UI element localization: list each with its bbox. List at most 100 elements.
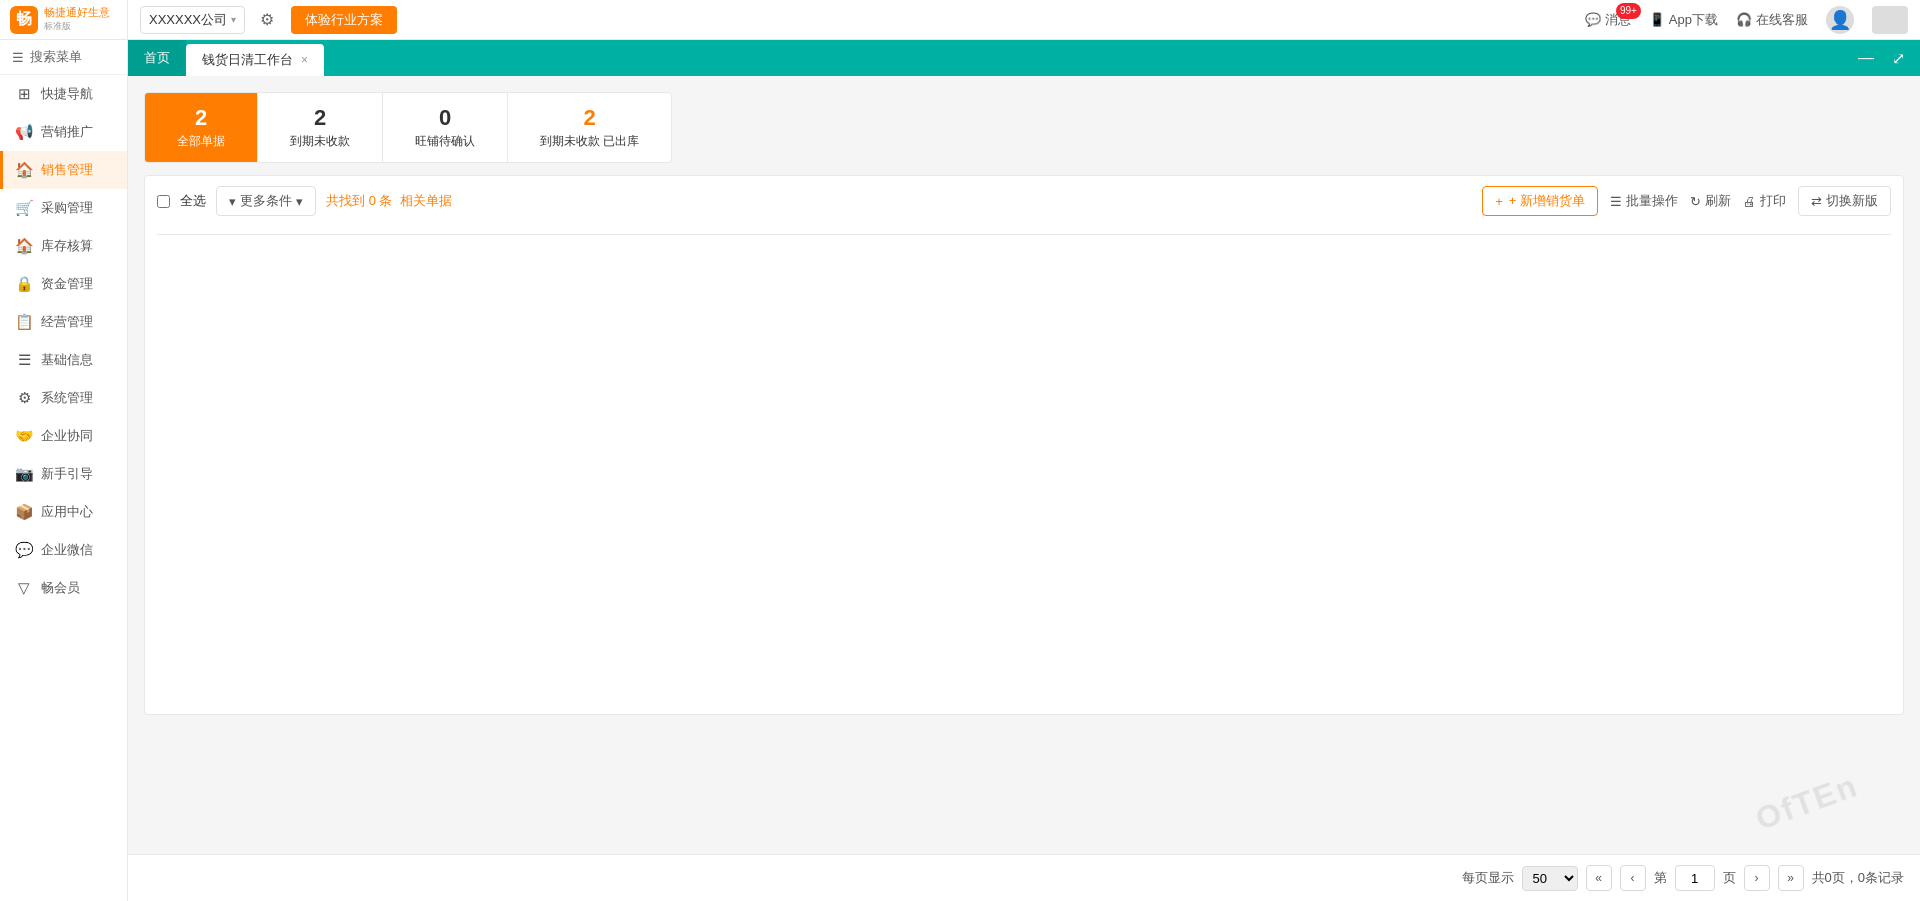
nav-label: 应用中心 (41, 503, 93, 521)
pagination: 每页显示 50 10 20 100 « ‹ 第 页 › » 共0页，0条记录 (128, 854, 1920, 901)
switch-icon: ⇄ (1811, 194, 1822, 209)
headphone-icon: 🎧 (1736, 12, 1752, 27)
sidebar-item-wechat[interactable]: 💬企业微信 (0, 531, 127, 569)
app-center-icon: 📦 (15, 503, 33, 521)
online-service-btn[interactable]: 🎧 在线客服 (1736, 11, 1808, 29)
sidebar-nav: ⊞快捷导航📢营销推广🏠销售管理🛒采购管理🏠库存核算🔒资金管理📋经营管理☰基础信息… (0, 75, 127, 607)
chevron-down-icon: ▾ (231, 14, 236, 25)
add-sales-label: + 新增销货单 (1509, 192, 1585, 210)
sidebar-item-newbie[interactable]: 📷 新手引导 (0, 455, 127, 493)
nav-label: 销售管理 (41, 161, 93, 179)
sidebar: 畅 畅捷通好生意 标准版 ☰ 搜索菜单 ⊞快捷导航📢营销推广🏠销售管理🛒采购管理… (0, 0, 128, 901)
print-icon: 🖨 (1743, 194, 1756, 209)
stats-num: 2 (584, 105, 596, 131)
sidebar-item-member[interactable]: ▽畅会员 (0, 569, 127, 607)
company-selector[interactable]: XXXXXX公司 ▾ (140, 6, 245, 34)
sidebar-item-sales[interactable]: 🏠销售管理 (0, 151, 127, 189)
add-sales-btn[interactable]: + + 新增销货单 (1482, 186, 1598, 216)
home-label: 首页 (144, 49, 170, 67)
toolbar: 全选 ▾ 更多条件 ▾ 共找到 0 条 相关单据 + + 新增销货单 (157, 176, 1891, 226)
first-page-btn[interactable]: « (1586, 865, 1612, 891)
sidebar-item-enterprise[interactable]: 🤝 企业协同 (0, 417, 127, 455)
nav-label: 经营管理 (41, 313, 93, 331)
app-download-label: App下载 (1669, 11, 1718, 29)
batch-icon: ☰ (1610, 194, 1622, 209)
settings-btn[interactable]: ⚙ (253, 6, 281, 34)
next-page-btn[interactable]: › (1744, 865, 1770, 891)
stats-num: 2 (195, 105, 207, 131)
last-page-btn[interactable]: » (1778, 865, 1804, 891)
stats-label: 到期未收款 已出库 (540, 133, 639, 150)
print-label: 打印 (1760, 192, 1786, 210)
message-btn[interactable]: 💬 消息 99+ (1585, 11, 1631, 29)
per-page-label: 每页显示 (1462, 869, 1514, 887)
toolbar-left: 全选 ▾ 更多条件 ▾ 共找到 0 条 相关单据 (157, 186, 1470, 216)
refresh-btn[interactable]: ↻ 刷新 (1690, 192, 1731, 210)
stats-tab-wangpu[interactable]: 0 旺铺待确认 (383, 93, 508, 162)
switch-new-btn[interactable]: ⇄ 切换新版 (1798, 186, 1891, 216)
inventory-icon: 🏠 (15, 237, 33, 255)
nav-label: 营销推广 (41, 123, 93, 141)
sidebar-item-inventory[interactable]: 🏠库存核算 (0, 227, 127, 265)
tab-active[interactable]: 钱货日清工作台 × (186, 44, 324, 76)
page-size-select[interactable]: 50 10 20 100 (1522, 866, 1578, 891)
nav-label: 畅会员 (41, 579, 80, 597)
purchase-icon: 🛒 (15, 199, 33, 217)
sidebar-item-system[interactable]: ⚙系统管理 (0, 379, 127, 417)
tabbar-actions: — ⤢ (1854, 40, 1920, 76)
stats-num: 0 (439, 105, 451, 131)
batch-btn[interactable]: ☰ 批量操作 (1610, 192, 1678, 210)
sidebar-item-marketing[interactable]: 📢营销推广 (0, 113, 127, 151)
nav-label: 新手引导 (41, 465, 93, 483)
minimize-btn[interactable]: — (1854, 46, 1878, 70)
print-btn[interactable]: 🖨 打印 (1743, 192, 1786, 210)
batch-label: 批量操作 (1626, 192, 1678, 210)
company-name: XXXXXX公司 (149, 11, 227, 29)
page-label-end: 页 (1723, 869, 1736, 887)
gear-icon: ⚙ (260, 10, 274, 29)
plus-icon: + (1495, 194, 1503, 209)
user-menu-area (1872, 6, 1908, 34)
main-content: 2全部单据2到期未收款0旺铺待确认2到期未收款 已出库 全选 ▾ 更多条件 ▾ … (128, 76, 1920, 901)
search-label: 搜索菜单 (30, 48, 82, 66)
maximize-btn[interactable]: ⤢ (1886, 46, 1910, 70)
newbie-icon: 📷 (15, 465, 33, 483)
service-label: 在线客服 (1756, 11, 1808, 29)
nav-label: 企业协同 (41, 427, 93, 445)
refresh-icon: ↻ (1690, 194, 1701, 209)
sidebar-item-finance[interactable]: 🔒资金管理 (0, 265, 127, 303)
sidebar-item-app-center[interactable]: 📦 应用中心 (0, 493, 127, 531)
finance-icon: 🔒 (15, 275, 33, 293)
prev-page-btn[interactable]: ‹ (1620, 865, 1646, 891)
nav-label: 系统管理 (41, 389, 93, 407)
stats-label: 旺铺待确认 (415, 133, 475, 150)
operations-icon: 📋 (15, 313, 33, 331)
stats-label: 到期未收款 (290, 133, 350, 150)
tab-close-icon[interactable]: × (301, 53, 308, 67)
switch-label: 切换新版 (1826, 192, 1878, 210)
page-input[interactable] (1675, 865, 1715, 891)
total-text: 共0页，0条记录 (1812, 869, 1904, 887)
message-badge: 99+ (1616, 3, 1641, 19)
tabbar: 首页 钱货日清工作台 × — ⤢ (128, 40, 1920, 76)
nav-label: 基础信息 (41, 351, 93, 369)
stats-tab-all[interactable]: 2全部单据 (145, 93, 258, 162)
filter-btn[interactable]: ▾ 更多条件 ▾ (216, 186, 316, 216)
enterprise-icon: 🤝 (15, 427, 33, 445)
sidebar-item-operations[interactable]: 📋 经营管理 (0, 303, 127, 341)
experience-btn[interactable]: 体验行业方案 (291, 6, 397, 34)
search-menu[interactable]: ☰ 搜索菜单 (0, 40, 127, 75)
stats-tab-overdue-shipped[interactable]: 2 到期未收款 已出库 (508, 93, 671, 162)
app-download-btn[interactable]: 📱 App下载 (1649, 11, 1718, 29)
avatar[interactable]: 👤 (1826, 6, 1854, 34)
stats-tab-overdue[interactable]: 2到期未收款 (258, 93, 383, 162)
sidebar-item-quick-nav[interactable]: ⊞快捷导航 (0, 75, 127, 113)
toolbar-right: + + 新增销货单 ☰ 批量操作 ↻ 刷新 🖨 打印 ⇄ 切换新版 (1482, 186, 1891, 216)
sidebar-item-basic-info[interactable]: ☰基础信息 (0, 341, 127, 379)
logo-icon: 畅 (10, 6, 38, 34)
sidebar-item-purchase[interactable]: 🛒采购管理 (0, 189, 127, 227)
tab-home[interactable]: 首页 (128, 40, 186, 76)
select-all-checkbox[interactable] (157, 195, 170, 208)
content-card: 全选 ▾ 更多条件 ▾ 共找到 0 条 相关单据 + + 新增销货单 (144, 175, 1904, 715)
chevron-icon: ▾ (296, 194, 303, 209)
